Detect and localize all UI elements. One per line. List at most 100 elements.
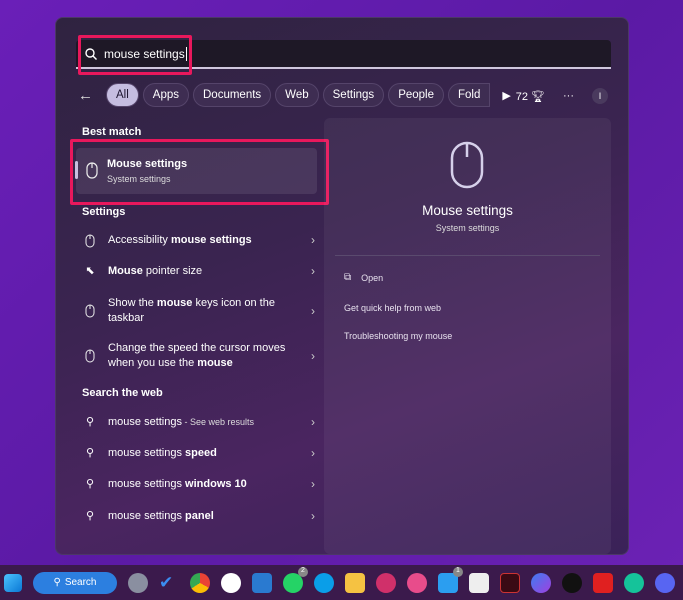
pointer-size-icon: ⬉: [85, 265, 95, 277]
result-label: Show the mouse keys icon on the taskbar: [108, 296, 306, 326]
filter-settings[interactable]: Settings: [322, 83, 385, 107]
text: mouse settings: [108, 510, 186, 522]
profile-avatar[interactable]: I: [592, 88, 608, 104]
filter-documents[interactable]: Documents: [193, 83, 272, 107]
filter-apps[interactable]: Apps: [142, 83, 189, 107]
grammarly-app-icon[interactable]: [624, 572, 644, 593]
text: mouse settings: [108, 416, 182, 428]
result-label: mouse settings - See web results: [108, 415, 306, 430]
mouse-icon: [78, 234, 102, 248]
chevron-right-icon: ›: [311, 264, 315, 278]
chevron-right-icon: ›: [311, 477, 315, 491]
notification-badge: 2: [298, 566, 308, 577]
troubleshoot-action[interactable]: Troubleshooting my mouse: [344, 331, 452, 341]
text: Accessibility: [108, 234, 171, 246]
settings-result[interactable]: Accessibility mouse settings ›: [78, 233, 320, 248]
settings-result[interactable]: Change the speed the cursor moves when y…: [78, 341, 320, 371]
settings-app-icon[interactable]: [128, 572, 148, 593]
mouse-large-icon: [450, 141, 484, 189]
chevron-right-icon: ›: [311, 233, 315, 247]
web-result[interactable]: ⚲ mouse settings windows 10 ›: [78, 477, 320, 492]
taskbar: ⚲ Search ✔ 2 1: [0, 565, 683, 600]
search-icon: ⚲: [85, 447, 95, 459]
search-icon: ⚲: [85, 510, 95, 522]
filter-people[interactable]: People: [388, 83, 444, 107]
result-label: mouse settings windows 10: [108, 477, 306, 492]
chrome-app-icon[interactable]: [190, 572, 210, 593]
result-label: Change the speed the cursor moves when y…: [108, 341, 306, 371]
search-icon: ⚲: [85, 478, 95, 490]
v-app-icon[interactable]: [500, 572, 520, 593]
preview-title: Mouse settings: [422, 203, 513, 218]
store-app-icon[interactable]: [469, 572, 489, 593]
play-more-icon[interactable]: ▶: [502, 89, 510, 102]
mouse-icon: [78, 349, 102, 363]
start-search-panel: mouse settings ← All Apps Documents Web …: [55, 17, 629, 555]
filter-all[interactable]: All: [106, 83, 139, 107]
action-label: Open: [361, 272, 384, 283]
web-result[interactable]: ⚲ mouse settings - See web results ›: [78, 415, 320, 430]
taskbar-search-button[interactable]: ⚲ Search: [33, 571, 117, 594]
todo-app-icon[interactable]: ✔: [159, 573, 179, 593]
text-bold: mouse: [197, 357, 233, 369]
best-match-heading: Best match: [82, 126, 142, 138]
chevron-right-icon: ›: [311, 509, 315, 523]
red-app-icon[interactable]: [376, 572, 396, 593]
search-icon: ⚲: [85, 416, 95, 428]
text-bold: panel: [185, 510, 214, 522]
web-result[interactable]: ⚲ mouse settings panel ›: [78, 509, 320, 524]
mail-app-icon[interactable]: 1: [438, 566, 463, 593]
divider: [335, 255, 600, 256]
settings-heading: Settings: [82, 206, 126, 218]
skype-app-icon[interactable]: [314, 572, 334, 593]
search-icon: ⚲: [53, 577, 61, 588]
highlight-box: [78, 35, 192, 75]
settings-result[interactable]: Show the mouse keys icon on the taskbar …: [78, 296, 320, 326]
flag-app-icon[interactable]: [593, 572, 613, 593]
text-bold: speed: [185, 447, 217, 459]
quick-help-action[interactable]: Get quick help from web: [344, 303, 441, 313]
preview-pane: Mouse settings System settings ⧉ Open Get…: [324, 118, 611, 554]
open-action[interactable]: ⧉ Open: [344, 272, 383, 283]
web-result[interactable]: ⚲ mouse settings speed ›: [78, 446, 320, 461]
notification-badge: 1: [453, 566, 463, 577]
preview-subtitle: System settings: [435, 223, 500, 233]
discord-app-icon[interactable]: [655, 572, 675, 593]
itunes-app-icon[interactable]: [407, 572, 427, 593]
text-bold: mouse: [156, 297, 193, 309]
chevron-right-icon: ›: [311, 303, 315, 318]
highlight-box: [70, 139, 329, 205]
logitech-app-icon[interactable]: [562, 572, 582, 593]
copilot-app-icon[interactable]: [531, 572, 551, 593]
text-bold: windows 10: [185, 478, 247, 490]
open-external-icon: ⧉: [344, 272, 352, 283]
result-label: Accessibility mouse settings: [108, 233, 306, 248]
teams-app-icon[interactable]: [252, 572, 272, 593]
search-label: Search: [64, 577, 97, 588]
text: mouse settings: [108, 478, 186, 490]
file-explorer-icon[interactable]: [345, 572, 365, 593]
trophy-icon: 🏆︎: [531, 90, 545, 103]
windows-start-icon[interactable]: [4, 573, 22, 592]
text-bold: Mouse: [108, 265, 143, 277]
chevron-right-icon: ›: [311, 446, 315, 460]
text: mouse settings: [108, 447, 186, 459]
more-options-button[interactable]: ···: [563, 90, 574, 102]
points-value: 72: [515, 90, 528, 103]
filter-web[interactable]: Web: [275, 83, 319, 107]
text-suffix: - See web results: [181, 417, 255, 427]
filter-folders[interactable]: Fold: [448, 83, 491, 107]
chevron-right-icon: ›: [311, 348, 315, 363]
whatsapp-app-icon[interactable]: 2: [283, 566, 308, 593]
text: pointer size: [142, 265, 203, 277]
result-label: mouse settings speed: [108, 446, 306, 461]
result-label: mouse settings panel: [108, 509, 306, 524]
settings-result[interactable]: ⬉ Mouse pointer size ›: [78, 264, 320, 279]
web-heading: Search the web: [82, 387, 163, 399]
text: Show the: [108, 297, 157, 309]
mouse-icon: [78, 304, 102, 318]
rewards-points[interactable]: 72 🏆︎: [516, 90, 545, 103]
back-arrow-icon[interactable]: ←: [78, 87, 98, 104]
slack-app-icon[interactable]: [221, 572, 241, 593]
filter-bar: ← All Apps Documents Web Settings People…: [78, 83, 511, 107]
